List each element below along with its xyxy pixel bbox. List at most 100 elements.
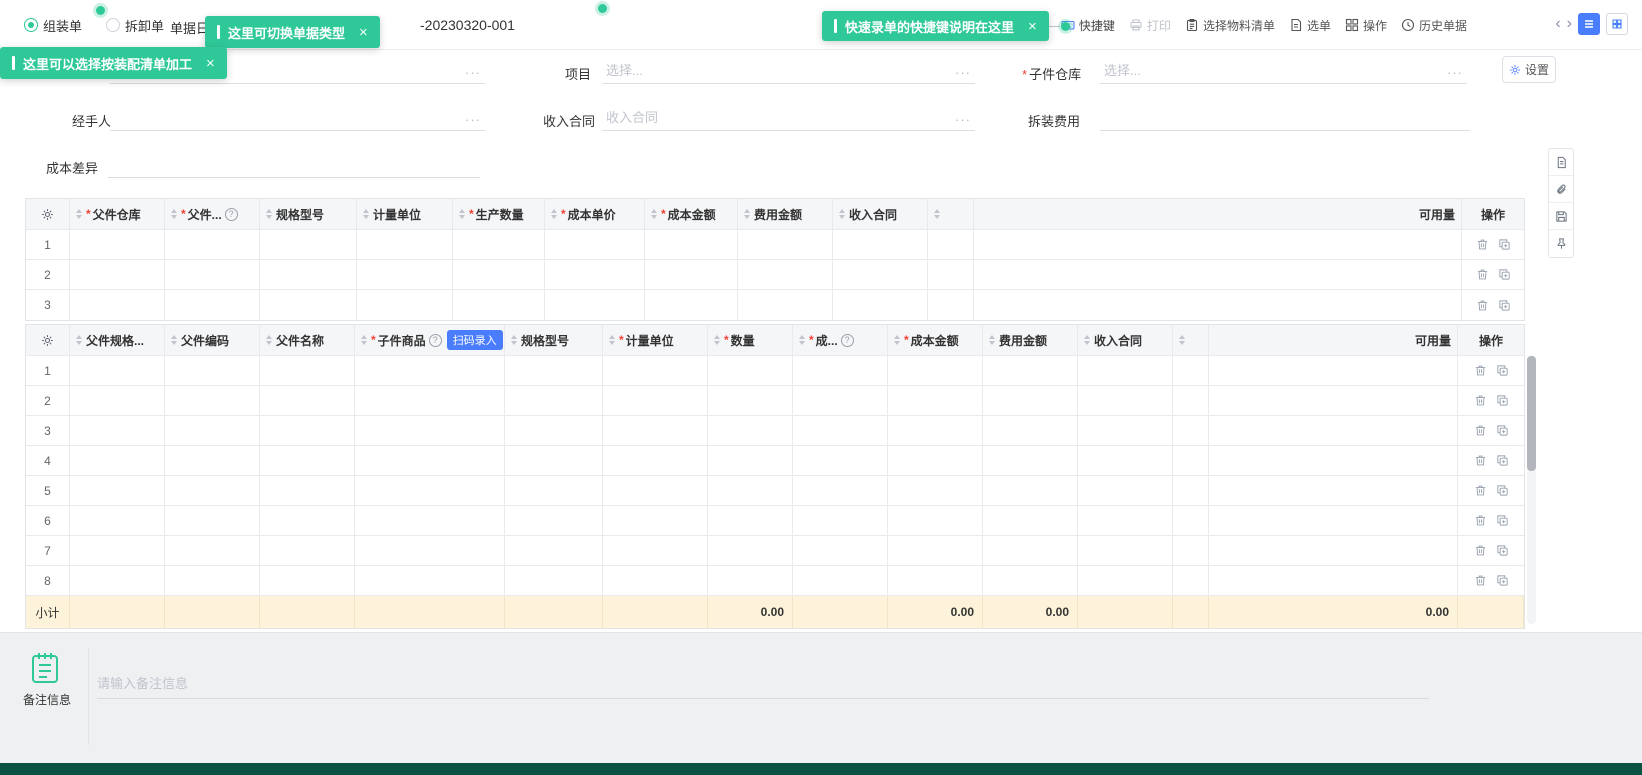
column-header[interactable]: * 父件...? xyxy=(165,199,260,229)
column-header[interactable]: 父件规格... xyxy=(70,325,165,355)
grid-cell[interactable] xyxy=(1078,386,1173,415)
grid-cell[interactable] xyxy=(70,230,165,259)
grid-cell[interactable] xyxy=(888,416,983,445)
grid-cell[interactable] xyxy=(603,566,708,595)
grid-cell[interactable] xyxy=(738,260,833,289)
radio-assembly-order[interactable]: 组装单 xyxy=(24,16,82,35)
grid-cell[interactable] xyxy=(70,260,165,289)
delete-row-button[interactable] xyxy=(1474,574,1487,587)
grid-cell[interactable] xyxy=(165,230,260,259)
column-header[interactable]: * 计量单位 xyxy=(603,325,708,355)
grid-cell[interactable] xyxy=(165,260,260,289)
delete-row-button[interactable] xyxy=(1474,484,1487,497)
grid-cell[interactable] xyxy=(260,260,357,289)
grid-cell[interactable] xyxy=(928,290,974,320)
grid-cell[interactable] xyxy=(1078,536,1173,565)
help-icon[interactable]: ? xyxy=(224,207,238,221)
grid-cell[interactable] xyxy=(708,446,793,475)
grid-cell[interactable] xyxy=(888,566,983,595)
grid-cell[interactable] xyxy=(545,290,645,320)
column-header[interactable]: 费用金额 xyxy=(983,325,1078,355)
delete-row-button[interactable] xyxy=(1474,394,1487,407)
grid-cell[interactable] xyxy=(708,566,793,595)
column-header[interactable]: * 数量 xyxy=(708,325,793,355)
grid-cell[interactable] xyxy=(1173,476,1209,505)
grid-cell[interactable] xyxy=(260,446,355,475)
side-tool-attachment-button[interactable] xyxy=(1549,176,1573,203)
grid-cell[interactable] xyxy=(983,566,1078,595)
table-settings-gear[interactable] xyxy=(26,325,70,355)
column-header[interactable]: * 成本单价 xyxy=(545,199,645,229)
grid-cell[interactable] xyxy=(983,506,1078,535)
grid-cell[interactable] xyxy=(603,536,708,565)
grid-cell[interactable] xyxy=(260,416,355,445)
grid-cell[interactable] xyxy=(974,290,1462,320)
grid-cell[interactable] xyxy=(833,230,928,259)
grid-cell[interactable] xyxy=(974,230,1462,259)
dismantle-fee-field[interactable] xyxy=(1100,105,1470,131)
chevron-right-icon[interactable]: › xyxy=(1567,13,1572,35)
table-settings-gear[interactable] xyxy=(26,199,70,229)
column-header[interactable] xyxy=(928,199,974,229)
grid-cell[interactable] xyxy=(983,356,1078,385)
grid-cell[interactable] xyxy=(357,290,453,320)
cost-diff-field[interactable] xyxy=(108,152,480,178)
grid-cell[interactable] xyxy=(505,536,603,565)
chevron-left-icon[interactable]: ‹ xyxy=(1555,13,1560,35)
grid-cell[interactable] xyxy=(645,260,738,289)
delete-row-button[interactable] xyxy=(1476,268,1489,281)
copy-row-button[interactable] xyxy=(1496,514,1509,527)
grid-cell[interactable] xyxy=(793,416,888,445)
copy-row-button[interactable] xyxy=(1498,299,1511,312)
grid-cell[interactable] xyxy=(355,416,505,445)
side-tool-doc-button[interactable] xyxy=(1549,149,1573,176)
radio-disassembly-order[interactable]: 拆卸单 xyxy=(106,16,164,35)
grid-cell[interactable] xyxy=(793,386,888,415)
grid-cell[interactable] xyxy=(165,290,260,320)
grid-cell[interactable] xyxy=(505,476,603,505)
grid-cell[interactable] xyxy=(70,290,165,320)
grid-cell[interactable] xyxy=(708,416,793,445)
grid-cell[interactable] xyxy=(793,566,888,595)
copy-row-button[interactable] xyxy=(1496,544,1509,557)
grid-cell[interactable] xyxy=(70,386,165,415)
grid-cell[interactable] xyxy=(260,290,357,320)
grid-cell[interactable] xyxy=(1209,416,1458,445)
grid-cell[interactable] xyxy=(70,416,165,445)
copy-row-button[interactable] xyxy=(1496,454,1509,467)
grid-cell[interactable] xyxy=(355,386,505,415)
grid-cell[interactable] xyxy=(833,290,928,320)
grid-cell[interactable] xyxy=(983,416,1078,445)
table-scrollbar[interactable] xyxy=(1527,356,1536,624)
grid-cell[interactable] xyxy=(260,506,355,535)
grid-cell[interactable] xyxy=(355,536,505,565)
copy-row-button[interactable] xyxy=(1498,238,1511,251)
grid-cell[interactable] xyxy=(1209,566,1458,595)
side-tool-pin-button[interactable] xyxy=(1549,230,1573,257)
grid-cell[interactable] xyxy=(505,386,603,415)
grid-cell[interactable] xyxy=(974,260,1462,289)
grid-cell[interactable] xyxy=(505,356,603,385)
column-header[interactable]: 收入合同 xyxy=(1078,325,1173,355)
grid-cell[interactable] xyxy=(453,260,545,289)
grid-cell[interactable] xyxy=(708,536,793,565)
grid-cell[interactable] xyxy=(165,476,260,505)
grid-cell[interactable] xyxy=(165,386,260,415)
grid-cell[interactable] xyxy=(355,446,505,475)
handler-field[interactable]: ··· xyxy=(110,105,485,131)
grid-cell[interactable] xyxy=(355,476,505,505)
grid-cell[interactable] xyxy=(165,536,260,565)
grid-cell[interactable] xyxy=(453,290,545,320)
copy-row-button[interactable] xyxy=(1496,484,1509,497)
grid-cell[interactable] xyxy=(355,356,505,385)
grid-cell[interactable] xyxy=(708,386,793,415)
grid-cell[interactable] xyxy=(70,476,165,505)
grid-cell[interactable] xyxy=(1078,476,1173,505)
grid-cell[interactable] xyxy=(1173,386,1209,415)
grid-cell[interactable] xyxy=(708,356,793,385)
grid-cell[interactable] xyxy=(355,506,505,535)
grid-view-button[interactable] xyxy=(1606,13,1628,35)
toolbar-button-print[interactable]: 打印 xyxy=(1129,17,1171,34)
column-header[interactable]: * 成...? xyxy=(793,325,888,355)
grid-cell[interactable] xyxy=(603,506,708,535)
